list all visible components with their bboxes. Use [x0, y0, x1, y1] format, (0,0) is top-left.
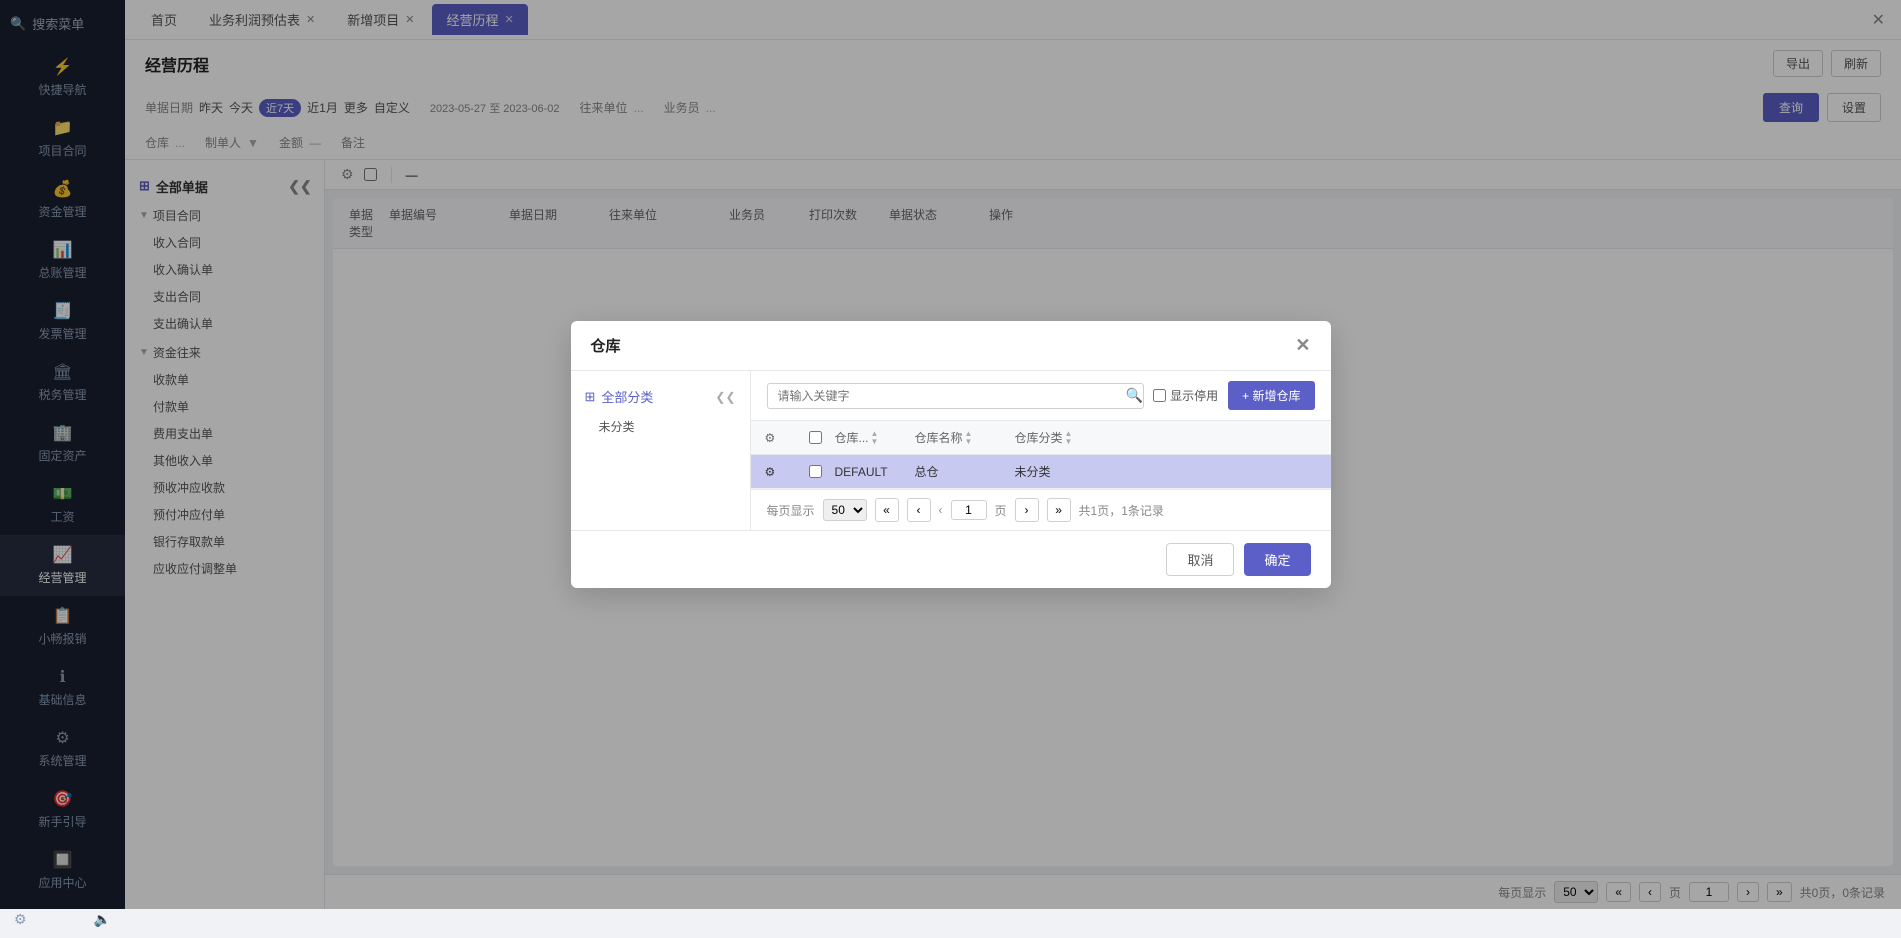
modal-page-input[interactable] — [951, 500, 987, 520]
modal-header: 仓库 ✕ — [571, 321, 1331, 371]
modal-search-button[interactable]: 🔍 — [1126, 387, 1143, 404]
modal-table-panel: 🔍 显示停用 + 新增仓库 ⚙ 仓库... — [751, 371, 1331, 530]
category-unclassified[interactable]: 未分类 — [571, 412, 750, 441]
collapse-modal-btn[interactable]: ❮❮ — [715, 390, 735, 404]
row-checkbox[interactable] — [809, 465, 822, 478]
modal-td-checkbox — [801, 457, 831, 486]
modal-toolbar: 🔍 显示停用 + 新增仓库 — [751, 371, 1331, 421]
modal-page-label: 页 — [995, 502, 1007, 519]
modal-overlay[interactable]: 仓库 ✕ ⊞ 全部分类 ❮❮ 未分类 🔍 — [0, 0, 1901, 909]
modal-search-input[interactable] — [767, 383, 1144, 409]
modal-th-checkbox — [801, 421, 831, 454]
modal-td-name: 总仓 — [911, 455, 1011, 488]
modal-per-page-select[interactable]: 50 — [823, 499, 867, 521]
grid-icon-modal: ⊞ — [585, 389, 596, 405]
sort-arrows-category: ▲▼ — [1065, 430, 1073, 446]
modal-td-category: 未分类 — [1011, 455, 1131, 488]
modal-th-name[interactable]: 仓库名称 ▲▼ — [911, 421, 1011, 454]
show-disabled-checkbox[interactable] — [1153, 389, 1166, 402]
category-all-header[interactable]: ⊞ 全部分类 ❮❮ — [571, 381, 750, 412]
modal-total-label: 共1页，1条记录 — [1079, 502, 1164, 519]
modal-actions: 取消 确定 — [571, 530, 1331, 588]
modal-last-page-btn[interactable]: » — [1047, 498, 1071, 522]
modal-cancel-button[interactable]: 取消 — [1166, 543, 1234, 576]
row-settings-icon[interactable]: ⚙ — [765, 465, 776, 479]
modal-select-all[interactable] — [809, 431, 822, 444]
modal-footer-bar: 每页显示 50 « ‹ ‹ 页 › » 共1页，1条记录 — [751, 489, 1331, 530]
modal-next-page-btn[interactable]: › — [1015, 498, 1039, 522]
warehouse-modal: 仓库 ✕ ⊞ 全部分类 ❮❮ 未分类 🔍 — [571, 321, 1331, 588]
modal-prev-page-btn[interactable]: ‹ — [907, 498, 931, 522]
modal-th-settings: ⚙ — [761, 421, 801, 454]
modal-table-row[interactable]: ⚙ DEFAULT 总仓 未分类 — [751, 455, 1331, 489]
modal-body: ⊞ 全部分类 ❮❮ 未分类 🔍 显示停用 + 新增仓库 — [571, 371, 1331, 530]
show-disabled-label: 显示停用 — [1170, 387, 1218, 404]
modal-td-settings: ⚙ — [761, 457, 801, 487]
modal-td-code: DEFAULT — [831, 457, 911, 487]
modal-table-header: ⚙ 仓库... ▲▼ 仓库名称 ▲▼ 仓库分类 ▲▼ — [751, 421, 1331, 455]
modal-category-panel: ⊞ 全部分类 ❮❮ 未分类 — [571, 371, 751, 530]
sort-arrows-name: ▲▼ — [965, 430, 973, 446]
modal-page-label-pre: ‹ — [939, 503, 943, 517]
add-warehouse-button[interactable]: + 新增仓库 — [1228, 381, 1314, 410]
sort-arrows-code: ▲▼ — [871, 430, 879, 446]
category-all-label: 全部分类 — [601, 387, 653, 406]
settings-icon[interactable]: ⚙ — [14, 911, 27, 928]
modal-th-category[interactable]: 仓库分类 ▲▼ — [1011, 421, 1131, 454]
modal-first-page-btn[interactable]: « — [875, 498, 899, 522]
modal-confirm-button[interactable]: 确定 — [1244, 543, 1310, 576]
modal-per-page-label: 每页显示 — [767, 502, 815, 519]
modal-title: 仓库 — [591, 335, 621, 356]
modal-th-code[interactable]: 仓库... ▲▼ — [831, 421, 911, 454]
modal-table-body: ⚙ DEFAULT 总仓 未分类 — [751, 455, 1331, 489]
settings-col-icon[interactable]: ⚙ — [765, 431, 776, 445]
volume-icon: 🔈 — [94, 911, 111, 928]
show-disabled-checkbox-label: 显示停用 — [1153, 387, 1218, 404]
modal-close-button[interactable]: ✕ — [1295, 335, 1310, 356]
